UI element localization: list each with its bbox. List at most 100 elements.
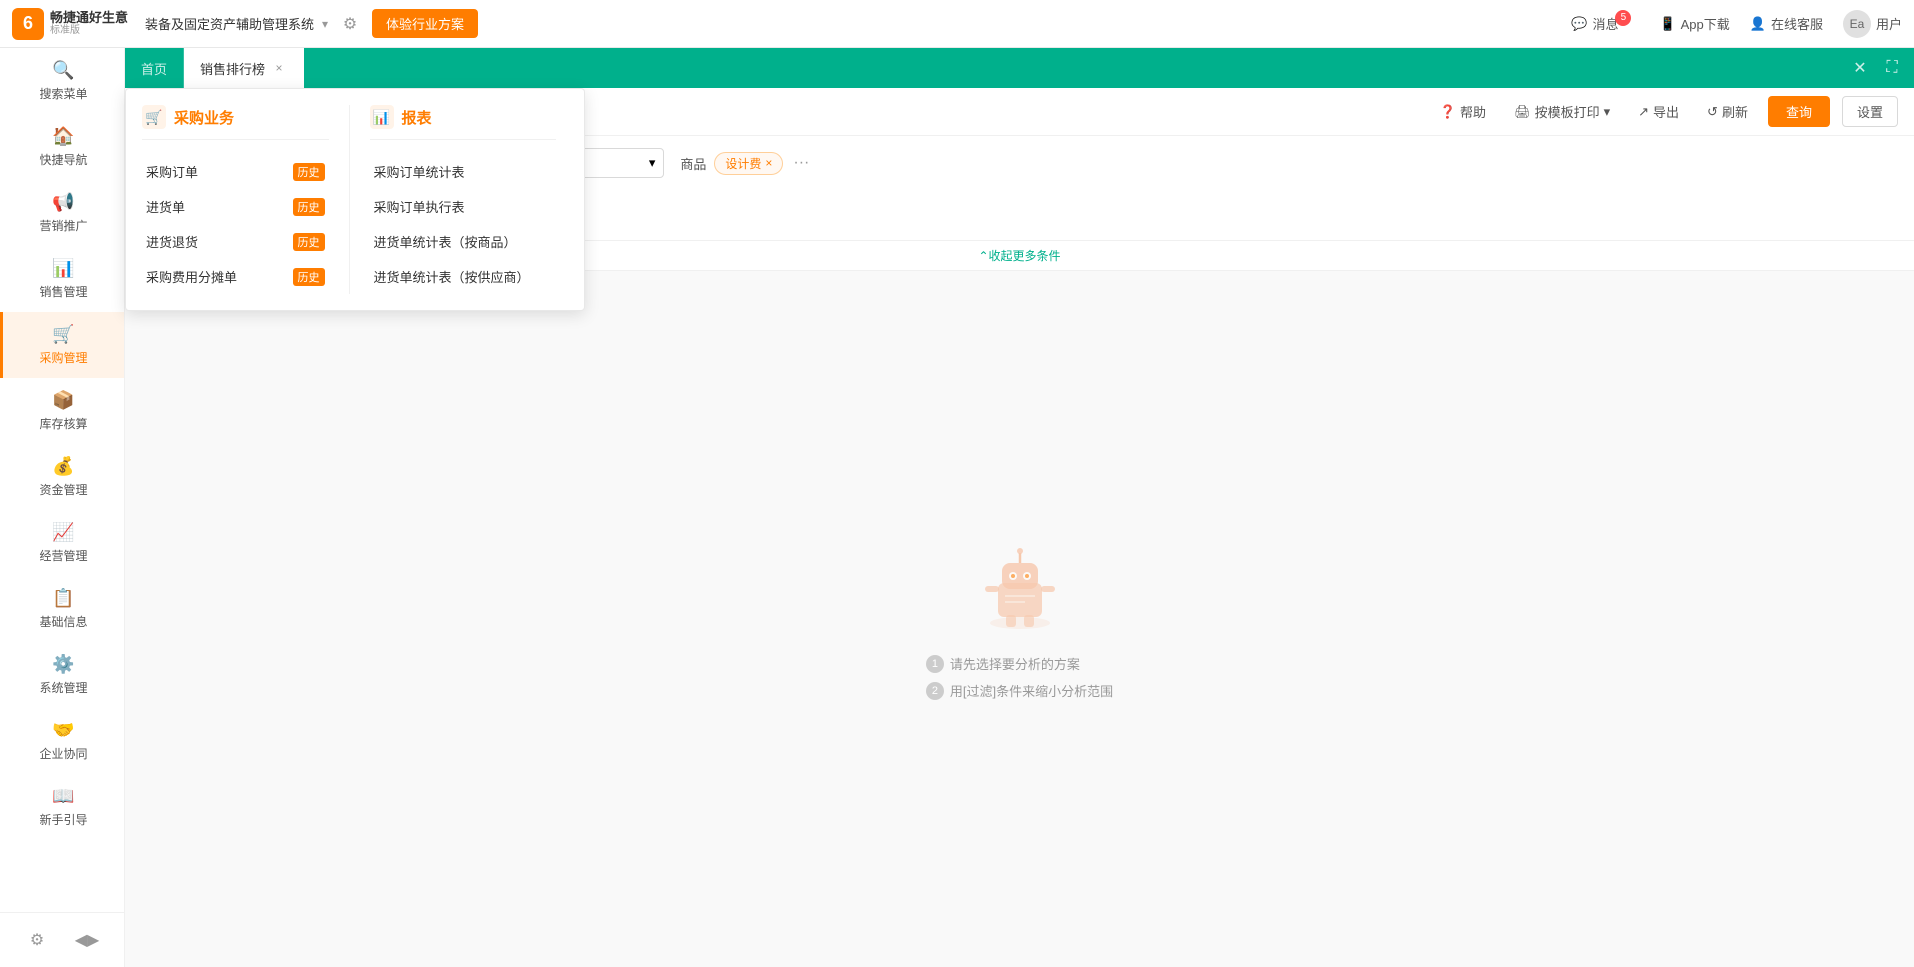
- help-icon: ❓: [1440, 104, 1456, 120]
- dropdown-item-purchase-order-stat[interactable]: 采购订单统计表: [370, 154, 557, 189]
- messages-btn[interactable]: 💬 消息 5: [1571, 14, 1639, 33]
- logo-icon: 6: [12, 8, 44, 40]
- sidebar-item-label: 销售管理: [39, 283, 87, 300]
- sidebar-collapse-btn[interactable]: ◀▶: [72, 925, 102, 955]
- dropdown-col-report: 📊 报表 采购订单统计表 采购订单执行表 进货单统计表（按商品） 进货单统计表（…: [358, 105, 569, 294]
- logo-text: 畅捷通好生意 标准版: [50, 10, 128, 38]
- refresh-btn[interactable]: ↺ 刷新: [1699, 98, 1756, 125]
- sidebar-item-marketing[interactable]: 📢 营销推广: [0, 180, 124, 246]
- settings-icon-btn[interactable]: ⚙: [336, 10, 364, 38]
- history-badge: 历史: [293, 233, 325, 251]
- empty-tip-2: 2 用[过滤]条件来缩小分析范围: [926, 681, 1113, 700]
- sidebar-settings-btn[interactable]: ⚙: [22, 925, 52, 955]
- goods-more-btn[interactable]: ···: [789, 154, 813, 172]
- help-label: 帮助: [1460, 102, 1486, 121]
- tab-bar-actions: ✕ ⛶: [1838, 48, 1914, 88]
- logo-area: 6 畅捷通好生意 标准版: [12, 8, 137, 40]
- phone-icon: 📱: [1659, 16, 1675, 32]
- online-service-label: 在线客服: [1771, 14, 1823, 33]
- empty-state: 1 请先选择要分析的方案 2 用[过滤]条件来缩小分析范围: [125, 271, 1914, 967]
- dropdown-item-goods-receipt[interactable]: 进货单 历史: [142, 189, 329, 224]
- operations-icon: 📈: [52, 522, 74, 543]
- query-btn[interactable]: 查询: [1768, 96, 1830, 127]
- logo-sub: 标准版: [50, 25, 128, 37]
- sidebar-item-label: 基础信息: [39, 613, 87, 630]
- sidebar-item-label: 搜索菜单: [39, 85, 87, 102]
- dropdown-col-purchase: 🛒 采购业务 采购订单 历史 进货单 历史 进货退货 历史 采购费用分摊单 历史: [142, 105, 341, 294]
- help-btn[interactable]: ❓ 帮助: [1432, 98, 1494, 125]
- guide-icon: 📖: [52, 786, 74, 807]
- system-dropdown-arrow[interactable]: ▾: [322, 17, 328, 31]
- logo-title: 畅捷通好生意: [50, 10, 128, 26]
- tab-home[interactable]: 首页: [125, 48, 184, 88]
- goods-tag-1: 设计费 ×: [714, 152, 783, 175]
- cooperation-icon: 🤝: [52, 720, 74, 741]
- user-btn[interactable]: Ea 用户: [1843, 10, 1902, 38]
- refresh-label: 刷新: [1722, 102, 1748, 121]
- tab-sales-ranking[interactable]: 销售排行榜 ×: [184, 48, 304, 88]
- sidebar-item-finance[interactable]: 💰 资金管理: [0, 444, 124, 510]
- messages-badge: 5: [1615, 10, 1631, 26]
- export-btn[interactable]: ↗ 导出: [1630, 98, 1687, 125]
- marketing-icon: 📢: [52, 192, 74, 213]
- empty-tips: 1 请先选择要分析的方案 2 用[过滤]条件来缩小分析范围: [926, 654, 1113, 700]
- sidebar-item-label: 经营管理: [39, 547, 87, 564]
- finance-icon: 💰: [52, 456, 74, 477]
- print-icon: 🖨: [1514, 104, 1531, 120]
- sidebar-item-basic[interactable]: 📋 基础信息: [0, 576, 124, 642]
- industry-btn[interactable]: 体验行业方案: [372, 9, 478, 38]
- purchase-icon: 🛒: [52, 324, 74, 345]
- history-badge: 历史: [293, 163, 325, 181]
- app-download-label: App下载: [1681, 14, 1730, 33]
- header-right: 💬 消息 5 📱 App下载 👤 在线客服 Ea 用户: [1571, 10, 1902, 38]
- report-col-title: 📊 报表: [370, 105, 557, 140]
- filter-goods: 商品 设计费 × ···: [680, 152, 813, 175]
- sidebar-item-label: 系统管理: [39, 679, 87, 696]
- empty-illustration: [970, 538, 1070, 638]
- sidebar-item-guide[interactable]: 📖 新手引导: [0, 774, 124, 840]
- tab-bar: 首页 销售排行榜 × ✕ ⛶: [125, 48, 1914, 88]
- refresh-icon: ↺: [1707, 104, 1718, 120]
- user-label: 用户: [1876, 14, 1902, 33]
- tab-close-icon[interactable]: ×: [271, 60, 287, 76]
- history-badge: 历史: [293, 268, 325, 286]
- sidebar-item-sales[interactable]: 📊 销售管理: [0, 246, 124, 312]
- dropdown-item-goods-stat-by-supplier[interactable]: 进货单统计表（按供应商）: [370, 259, 557, 294]
- sidebar-item-operations[interactable]: 📈 经营管理: [0, 510, 124, 576]
- online-service-btn[interactable]: 👤 在线客服: [1750, 14, 1823, 33]
- app-download-btn[interactable]: 📱 App下载: [1659, 14, 1729, 33]
- settings-btn[interactable]: 设置: [1842, 96, 1898, 127]
- sidebar-item-inventory[interactable]: 📦 库存核算: [0, 378, 124, 444]
- top-header: 6 畅捷通好生意 标准版 装备及固定资产辅助管理系统 ▾ ⚙ 体验行业方案 💬 …: [0, 0, 1914, 48]
- goods-tag-text: 设计费: [725, 155, 761, 172]
- dropdown-item-goods-return[interactable]: 进货退货 历史: [142, 224, 329, 259]
- sidebar-item-search[interactable]: 🔍 搜索菜单: [0, 48, 124, 114]
- basic-icon: 📋: [52, 588, 74, 609]
- dropdown-divider: [349, 105, 350, 294]
- goods-tag-close[interactable]: ×: [765, 156, 772, 170]
- report-col-icon: 📊: [370, 105, 394, 129]
- sidebar-item-label: 企业协同: [39, 745, 87, 762]
- tab-bar-spacer: [304, 48, 1838, 88]
- sidebar-item-label: 采购管理: [39, 349, 87, 366]
- dropdown-item-goods-stat-by-product[interactable]: 进货单统计表（按商品）: [370, 224, 557, 259]
- avatar: Ea: [1843, 10, 1871, 38]
- print-btn[interactable]: 🖨 按模板打印 ▾: [1506, 98, 1618, 125]
- export-label: 导出: [1653, 102, 1679, 121]
- tip-text-2: 用[过滤]条件来缩小分析范围: [950, 681, 1113, 700]
- dropdown-item-purchase-order-exec[interactable]: 采购订单执行表: [370, 189, 557, 224]
- sales-icon: 📊: [52, 258, 74, 279]
- collapse-icon: ⌃: [978, 249, 988, 263]
- tab-fullscreen-btn[interactable]: ⛶: [1878, 54, 1906, 82]
- dropdown-item-purchase-expense[interactable]: 采购费用分摊单 历史: [142, 259, 329, 294]
- sidebar-item-system[interactable]: ⚙️ 系统管理: [0, 642, 124, 708]
- dropdown-item-purchase-order[interactable]: 采购订单 历史: [142, 154, 329, 189]
- goods-label: 商品: [680, 154, 706, 173]
- sidebar-item-purchase[interactable]: 🛒 采购管理: [0, 312, 124, 378]
- sidebar-item-quick-nav[interactable]: 🏠 快捷导航: [0, 114, 124, 180]
- print-dropdown-icon: ▾: [1604, 104, 1611, 120]
- sidebar-item-label: 快捷导航: [39, 151, 87, 168]
- tab-close-all-btn[interactable]: ✕: [1846, 54, 1874, 82]
- sidebar-item-cooperation[interactable]: 🤝 企业协同: [0, 708, 124, 774]
- search-icon: 🔍: [52, 60, 74, 81]
